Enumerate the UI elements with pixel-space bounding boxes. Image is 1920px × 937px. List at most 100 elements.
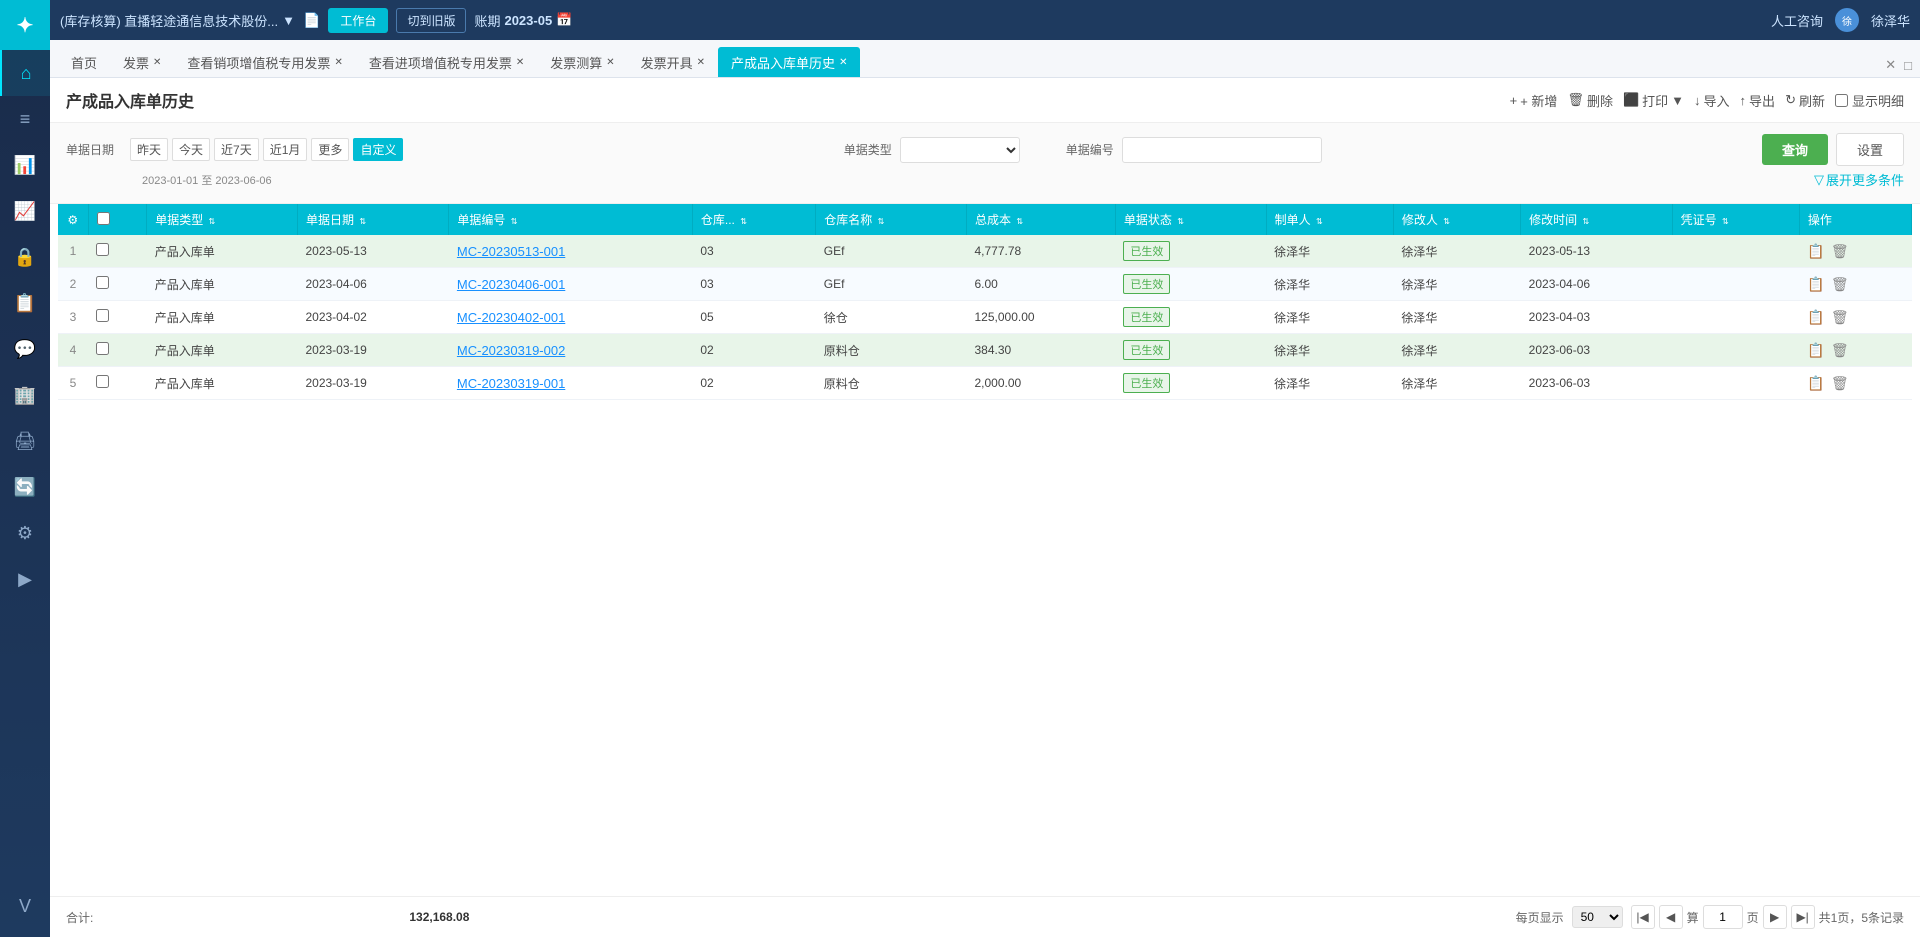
date-btn-more[interactable]: 更多 xyxy=(311,138,349,161)
date-btn-custom[interactable]: 自定义 xyxy=(353,138,403,161)
sidebar-item-analytics[interactable]: 📈 xyxy=(0,188,50,234)
tab-invoice-calc-close[interactable]: ✕ xyxy=(606,57,614,68)
query-button[interactable]: 查询 xyxy=(1762,134,1828,165)
filter-area: 单据日期 昨天 今天 近7天 近1月 更多 自定义 单据类型 单据编号 xyxy=(50,123,1920,204)
th-warehouse-name[interactable]: 仓库名称 ⇅ xyxy=(816,204,967,235)
sidebar-item-print[interactable]: 🖨 xyxy=(0,418,50,464)
th-modify-time[interactable]: 修改时间 ⇅ xyxy=(1521,204,1672,235)
tab-purchase-vat[interactable]: 查看进项增值税专用发票 ✕ xyxy=(356,47,537,77)
new-icon: + xyxy=(1510,93,1518,108)
th-settings[interactable]: ⚙ xyxy=(58,204,88,235)
th-total-cost[interactable]: 总成本 ⇅ xyxy=(967,204,1116,235)
sidebar-item-settings[interactable]: ⚙ xyxy=(0,510,50,556)
row-checkbox-4[interactable] xyxy=(88,334,147,367)
th-doc-no[interactable]: 单据编号 ⇅ xyxy=(449,204,692,235)
sidebar-item-sync[interactable]: 🔄 xyxy=(0,464,50,510)
export-button[interactable]: ↑ 导出 xyxy=(1740,91,1776,110)
edit-icon-1[interactable]: 📋 xyxy=(1807,243,1824,260)
prev-page-btn[interactable]: ◀ xyxy=(1659,905,1683,929)
print-dropdown-icon[interactable]: ▼ xyxy=(1671,93,1684,108)
delete-icon-5[interactable]: 🗑 xyxy=(1831,375,1849,392)
select-all-checkbox[interactable] xyxy=(97,212,110,225)
th-voucher-no[interactable]: 凭证号 ⇅ xyxy=(1672,204,1799,235)
edit-icon-4[interactable]: 📋 xyxy=(1807,342,1824,359)
tab-product-history-close[interactable]: ✕ xyxy=(839,57,847,68)
consult-btn[interactable]: 人工咨询 xyxy=(1771,11,1823,30)
show-detail-input[interactable] xyxy=(1835,94,1848,107)
sidebar-item-home[interactable]: ⌂ xyxy=(0,50,50,96)
sidebar-item-version[interactable]: V xyxy=(0,883,50,929)
close-all-tabs-btn[interactable]: ✕ xyxy=(1885,57,1896,73)
expand-more-btn[interactable]: ▽ 展开更多条件 xyxy=(1814,170,1904,189)
sidebar-item-lock[interactable]: 🔒 xyxy=(0,234,50,280)
row-no-1[interactable]: MC-20230513-001 xyxy=(449,235,692,268)
th-doc-type[interactable]: 单据类型 ⇅ xyxy=(147,204,298,235)
th-warehouse-code[interactable]: 仓库... ⇅ xyxy=(692,204,815,235)
delete-icon-2[interactable]: 🗑 xyxy=(1831,276,1849,293)
doc-no-input[interactable] xyxy=(1122,137,1322,163)
sidebar-item-list[interactable]: 📋 xyxy=(0,280,50,326)
th-doc-date[interactable]: 单据日期 ⇅ xyxy=(297,204,448,235)
company-selector[interactable]: (库存核算) 直播轻途通信息技术股份... ▼ xyxy=(60,11,295,30)
delete-icon-3[interactable]: 🗑 xyxy=(1831,309,1849,326)
edit-icon-2[interactable]: 📋 xyxy=(1807,276,1824,293)
sidebar-item-building[interactable]: 🏢 xyxy=(0,372,50,418)
workspace-button[interactable]: 工作台 xyxy=(328,8,388,33)
th-modifier[interactable]: 修改人 ⇅ xyxy=(1393,204,1520,235)
doc-type-select[interactable] xyxy=(900,137,1020,163)
print-button[interactable]: ⬛ 打印 ▼ xyxy=(1623,91,1684,110)
edit-icon-3[interactable]: 📋 xyxy=(1807,309,1824,326)
total-value: 132,168.08 xyxy=(409,910,469,924)
tab-invoice-close[interactable]: ✕ xyxy=(153,57,161,68)
row-no-3[interactable]: MC-20230402-001 xyxy=(449,301,692,334)
calendar-icon[interactable]: 📅 xyxy=(556,12,572,28)
row-ops-2: 📋 🗑 xyxy=(1799,268,1911,301)
tab-purchase-vat-close[interactable]: ✕ xyxy=(516,57,524,68)
sidebar-item-menu[interactable]: ≡ xyxy=(0,96,50,142)
first-page-btn[interactable]: |◀ xyxy=(1631,905,1655,929)
sidebar-item-chat[interactable]: 💬 xyxy=(0,326,50,372)
th-creator[interactable]: 制单人 ⇅ xyxy=(1266,204,1393,235)
tab-invoice-issue[interactable]: 发票开具 ✕ xyxy=(628,47,718,77)
tab-invoice-calc-label: 发票测算 xyxy=(550,53,602,72)
import-button[interactable]: ↓ 导入 xyxy=(1694,91,1730,110)
table-row: 2 产品入库单 2023-04-06 MC-20230406-001 03 GE… xyxy=(58,268,1912,301)
th-checkbox[interactable] xyxy=(88,204,147,235)
delete-icon-4[interactable]: 🗑 xyxy=(1831,342,1849,359)
row-checkbox-1[interactable] xyxy=(88,235,147,268)
new-button[interactable]: + + 新增 xyxy=(1510,91,1558,110)
th-status[interactable]: 单据状态 ⇅ xyxy=(1115,204,1266,235)
tab-invoice[interactable]: 发票 ✕ xyxy=(110,47,174,77)
tab-home[interactable]: 首页 xyxy=(58,47,110,77)
delete-icon-1[interactable]: 🗑 xyxy=(1831,243,1849,260)
sidebar-item-chart[interactable]: 📊 xyxy=(0,142,50,188)
tab-sales-vat[interactable]: 查看销项增值税专用发票 ✕ xyxy=(174,47,355,77)
maximize-btn[interactable]: □ xyxy=(1904,58,1912,73)
switch-version-button[interactable]: 切到旧版 xyxy=(396,8,466,33)
page-number-input[interactable] xyxy=(1703,905,1743,929)
row-no-5[interactable]: MC-20230319-001 xyxy=(449,367,692,400)
row-no-2[interactable]: MC-20230406-001 xyxy=(449,268,692,301)
row-checkbox-2[interactable] xyxy=(88,268,147,301)
tab-invoice-issue-close[interactable]: ✕ xyxy=(697,57,705,68)
tab-invoice-calc[interactable]: 发票测算 ✕ xyxy=(537,47,627,77)
date-btn-today[interactable]: 今天 xyxy=(172,138,210,161)
edit-icon-5[interactable]: 📋 xyxy=(1807,375,1824,392)
delete-button[interactable]: 🗑 删除 xyxy=(1567,91,1613,110)
last-page-btn[interactable]: ▶| xyxy=(1791,905,1815,929)
date-btn-7days[interactable]: 近7天 xyxy=(214,138,259,161)
setting-button[interactable]: 设置 xyxy=(1836,133,1904,166)
tab-sales-vat-close[interactable]: ✕ xyxy=(334,57,342,68)
tab-product-history[interactable]: 产成品入库单历史 ✕ xyxy=(718,47,860,77)
header-actions: + + 新增 🗑 删除 ⬛ 打印 ▼ ↓ 导入 ↑ xyxy=(1510,91,1904,110)
date-btn-1month[interactable]: 近1月 xyxy=(263,138,308,161)
date-btn-yesterday[interactable]: 昨天 xyxy=(130,138,168,161)
row-no-4[interactable]: MC-20230319-002 xyxy=(449,334,692,367)
row-checkbox-3[interactable] xyxy=(88,301,147,334)
row-checkbox-5[interactable] xyxy=(88,367,147,400)
refresh-button[interactable]: ↻ 刷新 xyxy=(1785,91,1825,110)
page-size-select[interactable]: 50 100 xyxy=(1572,906,1623,928)
next-page-btn[interactable]: ▶ xyxy=(1763,905,1787,929)
sidebar-item-play[interactable]: ▶ xyxy=(0,556,50,602)
show-detail-checkbox[interactable]: 显示明细 xyxy=(1835,91,1904,110)
